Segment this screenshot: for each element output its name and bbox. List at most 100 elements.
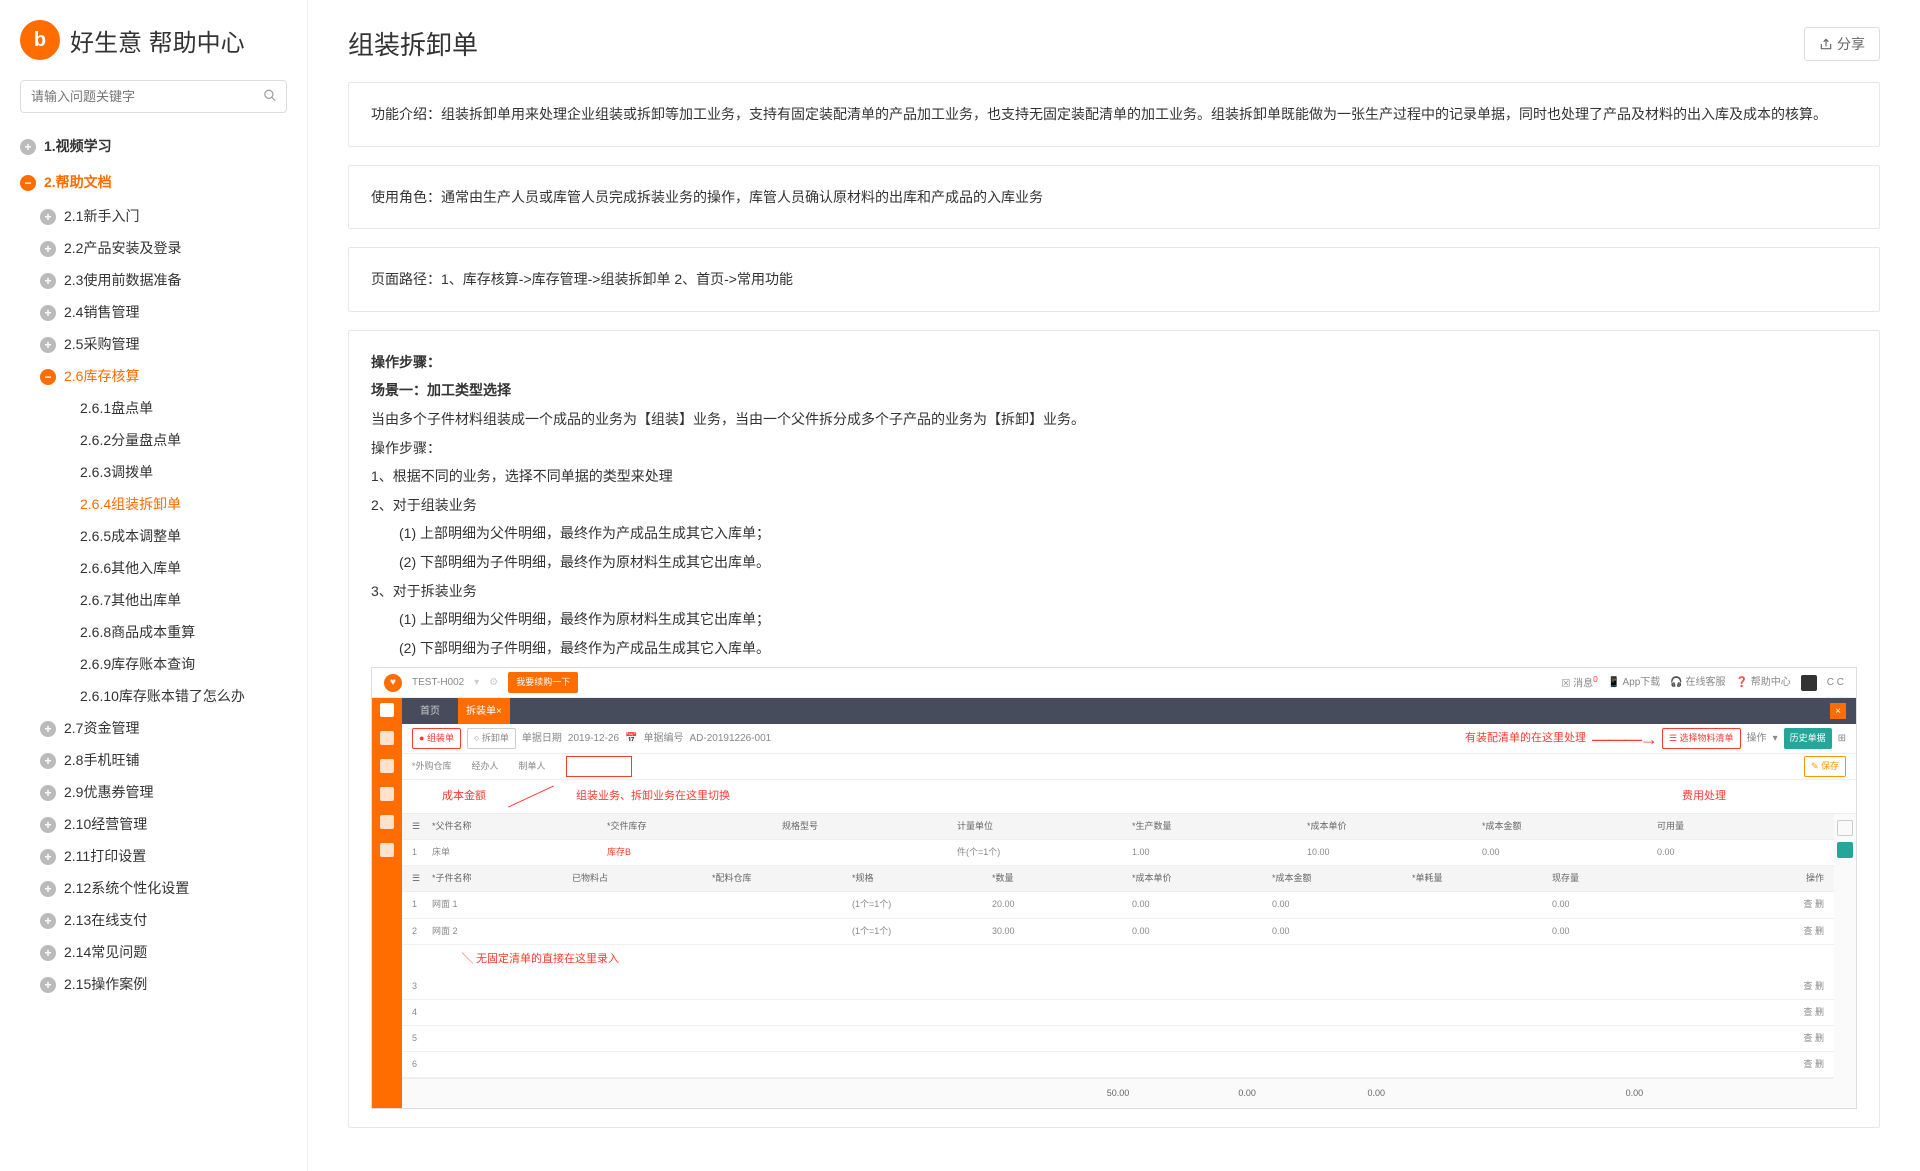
mock-nav-icon	[380, 759, 394, 773]
scene1-desc: 当由多个子件材料组装成一个成品的业务为【组装】业务，当由一个父件拆分成多个子产品…	[371, 406, 1857, 433]
plus-icon: +	[40, 977, 56, 993]
mock-test-label: TEST-H002	[412, 673, 464, 692]
nav-help-docs[interactable]: −2.帮助文档	[20, 164, 287, 200]
nav-2-6-2[interactable]: 2.6.2分量盘点单	[20, 424, 287, 456]
nav-2-4[interactable]: +2.4销售管理	[20, 296, 287, 328]
page-header: 组装拆卸单 分享	[348, 25, 1880, 62]
search-icon[interactable]	[263, 88, 277, 105]
nav-tree: +1.视频学习 −2.帮助文档 +2.1新手入门 +2.2产品安装及登录 +2.…	[20, 128, 287, 1000]
mock-save-button: ✎ 保存	[1804, 756, 1846, 777]
nav-2-6-5[interactable]: 2.6.5成本调整单	[20, 520, 287, 552]
role-text: 通常由生产人员或库管人员完成拆装业务的操作，库管人员确认原材料的出库和产成品的入…	[441, 189, 1043, 205]
logo: b 好生意 帮助中心	[20, 20, 287, 60]
mock-topbar: ♥ TEST-H002 ▾ ⚙ 我要续购一下 ☒ 消息0 📱 App下载 🎧 在…	[372, 668, 1856, 698]
step2-2: (2) 下部明细为子件明细，最终作为原材料生成其它出库单。	[371, 549, 1857, 576]
nav-2-1[interactable]: +2.1新手入门	[20, 200, 287, 232]
nav-2-11[interactable]: +2.11打印设置	[20, 840, 287, 872]
minus-icon: −	[40, 369, 56, 385]
intro-card: 功能介绍：组装拆卸单用来处理企业组装或拆卸等加工业务，支持有固定装配清单的产品加…	[348, 82, 1880, 147]
step3-2: (2) 下部明细为子件明细，最终作为产成品生成其它入库单。	[371, 635, 1857, 662]
path-label: 页面路径：	[371, 271, 441, 287]
nav-2-6-3[interactable]: 2.6.3调拨单	[20, 456, 287, 488]
mock-form-row: *外购仓库 经办人 制单人 费用清单 ✎ 保存	[402, 754, 1856, 780]
plus-icon: +	[40, 849, 56, 865]
nav-2-6-7[interactable]: 2.6.7其他出库单	[20, 584, 287, 616]
plus-icon: +	[40, 337, 56, 353]
intro-label: 功能介绍：	[371, 106, 441, 122]
mock-table-footer: 50.000.000.000.00	[402, 1078, 1834, 1108]
nav-2-6[interactable]: −2.6库存核算	[20, 360, 287, 392]
plus-icon: +	[40, 817, 56, 833]
mock-chip-assemble: ● 组装单	[412, 728, 461, 749]
step1: 1、根据不同的业务，选择不同单据的类型来处理	[371, 463, 1857, 490]
mock-nav-icon	[380, 815, 394, 829]
mock-nav-icon	[380, 787, 394, 801]
mock-annot-bom: 有装配清单的在这里处理	[1465, 728, 1586, 749]
nav-2-6-8[interactable]: 2.6.8商品成本重算	[20, 616, 287, 648]
plus-icon: +	[40, 785, 56, 801]
mock-nav-icon	[380, 843, 394, 857]
mock-logo-icon: ♥	[384, 674, 402, 692]
mock-arrow-icon: ———→	[1592, 722, 1656, 756]
nav-2-8[interactable]: +2.8手机旺铺	[20, 744, 287, 776]
plus-icon: +	[40, 273, 56, 289]
mock-side-icons	[1834, 814, 1856, 1108]
mock-parent-table: ☰*父件名称*交件库存规格型号计量单位*生产数量*成本单价*成本金额可用量 1床…	[402, 814, 1834, 866]
mock-annotation-1: 成本金额 组装业务、拆卸业务在这里切换 费用处理	[402, 780, 1856, 814]
nav-2-7[interactable]: +2.7资金管理	[20, 712, 287, 744]
step2-1: (1) 上部明细为父件明细，最终作为产成品生成其它入库单；	[371, 520, 1857, 547]
mock-tabs: 首页 拆装单 × ×	[402, 698, 1856, 724]
step3-1: (1) 上部明细为父件明细，最终作为原材料生成其它出库单；	[371, 606, 1857, 633]
step2: 2、对于组装业务	[371, 492, 1857, 519]
mock-tab-home: 首页	[412, 702, 448, 721]
page-title: 组装拆卸单	[348, 25, 478, 62]
nav-2-6-10[interactable]: 2.6.10库存账本错了怎么办	[20, 680, 287, 712]
nav-2-2[interactable]: +2.2产品安装及登录	[20, 232, 287, 264]
search-box	[20, 80, 287, 113]
steps-sub: 操作步骤：	[371, 435, 1857, 462]
logo-text: 好生意 帮助中心	[70, 23, 245, 58]
mock-annotation-2: ╲ 无固定清单的直接在这里录入	[402, 945, 1834, 974]
nav-2-15[interactable]: +2.15操作案例	[20, 968, 287, 1000]
steps-title: 操作步骤：	[371, 349, 1857, 376]
role-label: 使用角色：	[371, 189, 441, 205]
share-button[interactable]: 分享	[1804, 27, 1880, 61]
mock-chip-disassemble: ○ 拆卸单	[467, 728, 516, 749]
step3: 3、对于拆装业务	[371, 578, 1857, 605]
mock-leftnav	[372, 698, 402, 1108]
mock-avatar-icon	[1801, 675, 1817, 691]
nav-2-6-1[interactable]: 2.6.1盘点单	[20, 392, 287, 424]
nav-2-6-6[interactable]: 2.6.6其他入库单	[20, 552, 287, 584]
nav-2-5[interactable]: +2.5采购管理	[20, 328, 287, 360]
nav-2-9[interactable]: +2.9优惠券管理	[20, 776, 287, 808]
mock-toolbar: ● 组装单 ○ 拆卸单 单据日期 2019-12-26 📅 单据编号 AD-20…	[402, 724, 1856, 754]
main-content: 组装拆卸单 分享 功能介绍：组装拆卸单用来处理企业组装或拆卸等加工业务，支持有固…	[308, 0, 1920, 1171]
mock-renew-button: 我要续购一下	[508, 672, 578, 693]
nav-2-3[interactable]: +2.3使用前数据准备	[20, 264, 287, 296]
nav-2-14[interactable]: +2.14常见问题	[20, 936, 287, 968]
logo-mark: b	[20, 20, 60, 60]
mock-nav-icon	[380, 703, 394, 717]
search-input[interactable]	[20, 80, 287, 113]
mock-line-icon	[508, 786, 554, 808]
plus-icon: +	[40, 305, 56, 321]
mock-btn-history: 历史单据	[1784, 728, 1832, 749]
nav-video[interactable]: +1.视频学习	[20, 128, 287, 164]
nav-2-6-9[interactable]: 2.6.9库存账本查询	[20, 648, 287, 680]
path-text: 1、库存核算->库存管理->组装拆卸单 2、首页->常用功能	[441, 271, 793, 287]
nav-2-6-4[interactable]: 2.6.4组装拆卸单	[20, 488, 287, 520]
minus-icon: −	[20, 175, 36, 191]
mock-fee-box: 费用清单	[566, 756, 632, 777]
mock-side-icon	[1837, 820, 1853, 836]
plus-icon: +	[20, 139, 36, 155]
nav-2-10[interactable]: +2.10经营管理	[20, 808, 287, 840]
plus-icon: +	[40, 753, 56, 769]
plus-icon: +	[40, 241, 56, 257]
intro-text: 组装拆卸单用来处理企业组装或拆卸等加工业务，支持有固定装配清单的产品加工业务，也…	[441, 106, 1827, 122]
plus-icon: +	[40, 209, 56, 225]
mock-nav-icon	[380, 731, 394, 745]
nav-2-13[interactable]: +2.13在线支付	[20, 904, 287, 936]
mock-child-table: ☰*子件名称已物料占*配料仓库*规格*数量*成本单价*成本金额*单耗量现存量操作…	[402, 866, 1834, 1108]
nav-2-12[interactable]: +2.12系统个性化设置	[20, 872, 287, 904]
mock-side-icon	[1837, 842, 1853, 858]
